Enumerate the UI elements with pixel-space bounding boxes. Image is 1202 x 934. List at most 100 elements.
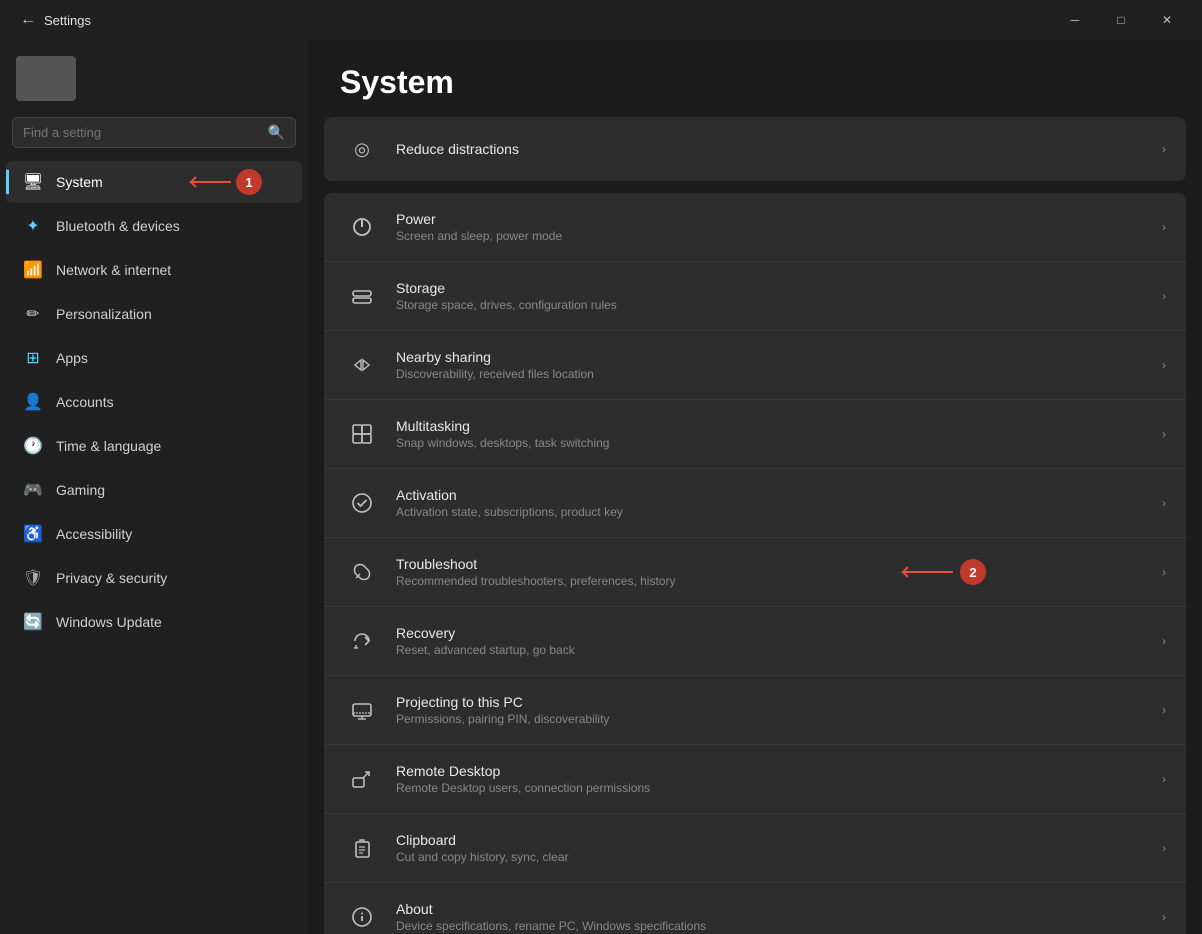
storage-title: Storage: [396, 280, 1150, 296]
activation-title: Activation: [396, 487, 1150, 503]
window-controls: ─ □ ✕: [1052, 0, 1190, 40]
avatar: [16, 56, 76, 101]
chevron-right-icon: ›: [1162, 841, 1166, 855]
time-icon: 🕐: [22, 435, 44, 457]
close-button[interactable]: ✕: [1144, 0, 1190, 40]
recovery-title: Recovery: [396, 625, 1150, 641]
sidebar-item-label: Gaming: [56, 482, 105, 498]
settings-item-remote-desktop[interactable]: Remote Desktop Remote Desktop users, con…: [324, 745, 1186, 814]
chevron-right-icon: ›: [1162, 427, 1166, 441]
sidebar-item-label: Accessibility: [56, 526, 132, 542]
power-title: Power: [396, 211, 1150, 227]
nearby-sharing-subtitle: Discoverability, received files location: [396, 367, 1150, 381]
sidebar-item-apps[interactable]: ⊞ Apps: [6, 337, 302, 379]
recovery-subtitle: Reset, advanced startup, go back: [396, 643, 1150, 657]
sidebar-item-label: Bluetooth & devices: [56, 218, 180, 234]
search-icon[interactable]: 🔍: [268, 124, 285, 141]
multitasking-icon: [344, 416, 380, 452]
annotation-arrow-2: [898, 562, 958, 582]
search-input[interactable]: [23, 125, 268, 140]
about-text: About Device specifications, rename PC, …: [396, 901, 1150, 933]
nearby-sharing-icon: [344, 347, 380, 383]
power-subtitle: Screen and sleep, power mode: [396, 229, 1150, 243]
back-button[interactable]: ←: [12, 7, 44, 33]
chevron-right-icon: ›: [1162, 634, 1166, 648]
reduce-distractions-text: Reduce distractions: [396, 141, 1150, 157]
chevron-right-icon: ›: [1162, 496, 1166, 510]
about-subtitle: Device specifications, rename PC, Window…: [396, 919, 1150, 933]
sidebar-item-system[interactable]: 🖥 System 1: [6, 161, 302, 203]
storage-subtitle: Storage space, drives, configuration rul…: [396, 298, 1150, 312]
projecting-subtitle: Permissions, pairing PIN, discoverabilit…: [396, 712, 1150, 726]
content-header: System: [308, 40, 1202, 117]
bluetooth-icon: ✦: [22, 215, 44, 237]
multitasking-subtitle: Snap windows, desktops, task switching: [396, 436, 1150, 450]
maximize-button[interactable]: □: [1098, 0, 1144, 40]
settings-list: Power Screen and sleep, power mode › Sto…: [308, 193, 1202, 934]
sidebar-item-personalization[interactable]: ✏ Personalization: [6, 293, 302, 335]
annotation-badge-2: 2: [960, 559, 986, 585]
sidebar-item-label: Network & internet: [56, 262, 171, 278]
troubleshoot-icon: [344, 554, 380, 590]
settings-item-activation[interactable]: Activation Activation state, subscriptio…: [324, 469, 1186, 538]
chevron-right-icon: ›: [1162, 220, 1166, 234]
settings-item-reduce-distractions[interactable]: ◎ Reduce distractions ›: [324, 117, 1186, 181]
sidebar-item-accounts[interactable]: 👤 Accounts: [6, 381, 302, 423]
settings-item-about[interactable]: About Device specifications, rename PC, …: [324, 883, 1186, 934]
settings-item-storage[interactable]: Storage Storage space, drives, configura…: [324, 262, 1186, 331]
power-icon: [344, 209, 380, 245]
activation-text: Activation Activation state, subscriptio…: [396, 487, 1150, 519]
settings-item-troubleshoot[interactable]: Troubleshoot Recommended troubleshooters…: [324, 538, 1186, 607]
troubleshoot-subtitle: Recommended troubleshooters, preferences…: [396, 574, 1150, 588]
sidebar-item-privacy[interactable]: 🛡 Privacy & security: [6, 557, 302, 599]
app-title: Settings: [44, 13, 1052, 28]
reduce-distractions-title: Reduce distractions: [396, 141, 1150, 157]
annotation-badge-1: 1: [236, 169, 262, 195]
power-text: Power Screen and sleep, power mode: [396, 211, 1150, 243]
sidebar-item-bluetooth[interactable]: ✦ Bluetooth & devices: [6, 205, 302, 247]
remote-desktop-title: Remote Desktop: [396, 763, 1150, 779]
sidebar: 🔍 🖥 System 1 ✦ Bluetooth & devices 📶 Net…: [0, 40, 308, 934]
projecting-icon: [344, 692, 380, 728]
multitasking-title: Multitasking: [396, 418, 1150, 434]
settings-item-clipboard[interactable]: Clipboard Cut and copy history, sync, cl…: [324, 814, 1186, 883]
accessibility-icon: ♿: [22, 523, 44, 545]
settings-item-recovery[interactable]: Recovery Reset, advanced startup, go bac…: [324, 607, 1186, 676]
title-bar: ← Settings ─ □ ✕: [0, 0, 1202, 40]
clipboard-text: Clipboard Cut and copy history, sync, cl…: [396, 832, 1150, 864]
clipboard-icon: [344, 830, 380, 866]
settings-item-power[interactable]: Power Screen and sleep, power mode ›: [324, 193, 1186, 262]
page-title: System: [340, 64, 1170, 101]
sidebar-item-gaming[interactable]: 🎮 Gaming: [6, 469, 302, 511]
sidebar-item-accessibility[interactable]: ♿ Accessibility: [6, 513, 302, 555]
chevron-right-icon: ›: [1162, 703, 1166, 717]
activation-icon: [344, 485, 380, 521]
settings-item-multitasking[interactable]: Multitasking Snap windows, desktops, tas…: [324, 400, 1186, 469]
projecting-text: Projecting to this PC Permissions, pairi…: [396, 694, 1150, 726]
clipboard-subtitle: Cut and copy history, sync, clear: [396, 850, 1150, 864]
settings-item-projecting[interactable]: Projecting to this PC Permissions, pairi…: [324, 676, 1186, 745]
troubleshoot-text: Troubleshoot Recommended troubleshooters…: [396, 556, 1150, 588]
annotation-arrow-1: [186, 172, 236, 192]
apps-icon: ⊞: [22, 347, 44, 369]
clipboard-title: Clipboard: [396, 832, 1150, 848]
sidebar-item-update[interactable]: 🔄 Windows Update: [6, 601, 302, 643]
about-icon: [344, 899, 380, 934]
sidebar-item-network[interactable]: 📶 Network & internet: [6, 249, 302, 291]
settings-item-nearby-sharing[interactable]: Nearby sharing Discoverability, received…: [324, 331, 1186, 400]
content-area: System ◎ Reduce distractions ›: [308, 40, 1202, 934]
nearby-sharing-title: Nearby sharing: [396, 349, 1150, 365]
search-box[interactable]: 🔍: [12, 117, 296, 148]
sidebar-item-label: Accounts: [56, 394, 114, 410]
privacy-icon: 🛡: [22, 567, 44, 589]
remote-desktop-subtitle: Remote Desktop users, connection permiss…: [396, 781, 1150, 795]
storage-icon: [344, 278, 380, 314]
chevron-right-icon: ›: [1162, 142, 1166, 156]
sidebar-item-time[interactable]: 🕐 Time & language: [6, 425, 302, 467]
recovery-text: Recovery Reset, advanced startup, go bac…: [396, 625, 1150, 657]
network-icon: 📶: [22, 259, 44, 281]
minimize-button[interactable]: ─: [1052, 0, 1098, 40]
chevron-right-icon: ›: [1162, 565, 1166, 579]
remote-desktop-icon: [344, 761, 380, 797]
sidebar-item-label: System: [56, 174, 103, 190]
